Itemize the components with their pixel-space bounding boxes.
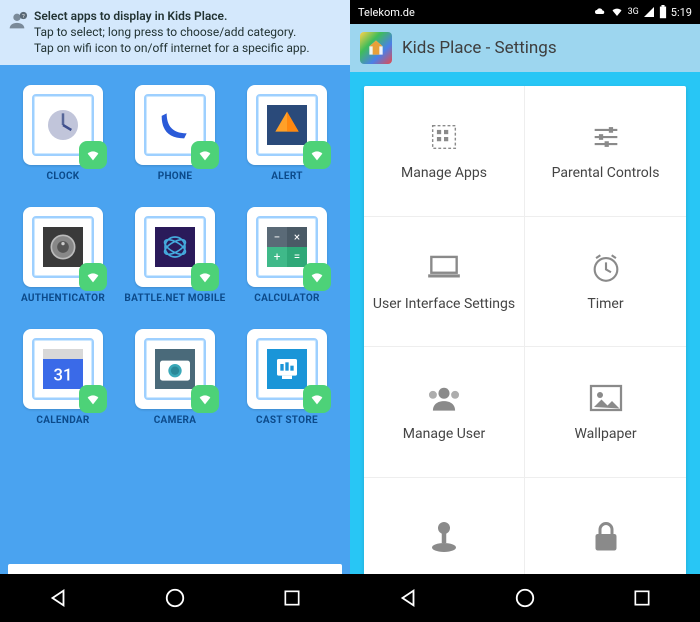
app-tile[interactable] — [247, 329, 327, 409]
lock-icon — [586, 519, 626, 555]
app-cast[interactable]: CAST STORE — [236, 329, 338, 437]
wifi-badge-icon[interactable] — [303, 385, 331, 413]
app-label: CAST STORE — [256, 415, 318, 437]
battery-icon — [659, 5, 667, 19]
app-label: AUTHENTICATOR — [21, 293, 105, 315]
app-tile[interactable] — [135, 207, 215, 287]
signal-icon — [643, 6, 655, 18]
app-phone[interactable]: PHONE — [124, 85, 226, 193]
settings-label: Wallpaper — [574, 426, 636, 443]
help-bar: ? Select apps to display in Kids Place. … — [0, 0, 350, 65]
cloud-icon — [594, 6, 606, 18]
help-line-3: Tap on wifi icon to on/off internet for … — [34, 41, 310, 55]
app-tile[interactable] — [247, 85, 327, 165]
app-calendar[interactable]: 31 CALENDAR — [12, 329, 114, 437]
app-tile[interactable] — [23, 85, 103, 165]
app-bnet[interactable]: BATTLE.NET MOBILE — [124, 207, 226, 315]
svg-text:×: × — [294, 230, 300, 244]
app-tile[interactable]: −× + = — [247, 207, 327, 287]
network-label: 3G — [628, 7, 639, 17]
help-title: Select apps to display in Kids Place. — [34, 9, 227, 23]
wifi-badge-icon[interactable] — [303, 141, 331, 169]
image-icon — [586, 380, 626, 416]
back-button[interactable] — [395, 585, 421, 611]
home-button[interactable] — [162, 585, 188, 611]
app-auth[interactable]: AUTHENTICATOR — [12, 207, 114, 315]
back-button[interactable] — [45, 585, 71, 611]
settings-clock-o[interactable]: Timer — [525, 217, 686, 348]
wifi-badge-icon[interactable] — [79, 385, 107, 413]
help-icon: ? — [6, 10, 28, 32]
settings-screen: Telekom.de 3G 5:19 Kids Place - Settings… — [350, 0, 700, 622]
app-label: ALERT — [271, 171, 303, 193]
navigation-bar — [0, 574, 700, 622]
titlebar: Kids Place - Settings — [350, 24, 700, 72]
grid-icon — [424, 119, 464, 155]
svg-text:+: + — [274, 249, 281, 263]
recent-button[interactable] — [629, 585, 655, 611]
wifi-badge-icon[interactable] — [79, 263, 107, 291]
settings-label: User Interface Settings — [373, 296, 515, 313]
app-tile[interactable]: 31 — [23, 329, 103, 409]
svg-text:?: ? — [22, 14, 25, 20]
settings-image[interactable]: Wallpaper — [525, 347, 686, 478]
wifi-badge-icon[interactable] — [191, 385, 219, 413]
app-calc[interactable]: −× + = CALCULATOR — [236, 207, 338, 315]
wifi-badge-icon[interactable] — [79, 141, 107, 169]
wifi-badge-icon[interactable] — [303, 263, 331, 291]
app-grid: CLOCK PHONE ALERT AUTHENTICATOR BATTLE.NET M… — [0, 65, 350, 564]
time-label: 5:19 — [671, 6, 692, 19]
settings-grid[interactable]: Manage Apps — [364, 86, 525, 217]
app-label: CALENDAR — [36, 415, 89, 437]
joystick-icon — [424, 519, 464, 555]
wifi-badge-icon[interactable] — [191, 141, 219, 169]
users-icon — [424, 380, 464, 416]
app-label: PHONE — [158, 171, 193, 193]
app-label: CLOCK — [47, 171, 80, 193]
app-label: CALCULATOR — [254, 293, 319, 315]
help-text: Select apps to display in Kids Place. Ta… — [34, 8, 310, 57]
carrier-label: Telekom.de — [358, 6, 415, 19]
recent-button[interactable] — [279, 585, 305, 611]
settings-users[interactable]: Manage User — [364, 347, 525, 478]
page-title: Kids Place - Settings — [402, 38, 557, 58]
app-label: CAMERA — [154, 415, 197, 437]
app-camera[interactable]: CAMERA — [124, 329, 226, 437]
app-label: BATTLE.NET MOBILE — [124, 293, 225, 315]
settings-label: Manage Apps — [401, 165, 487, 182]
sliders-icon — [586, 119, 626, 155]
wifi-badge-icon[interactable] — [191, 263, 219, 291]
app-tile[interactable] — [135, 85, 215, 165]
app-tile[interactable] — [135, 329, 215, 409]
app-logo-icon — [360, 32, 392, 64]
home-button[interactable] — [512, 585, 538, 611]
settings-grid: Manage Apps Parental Controls User Interfa… — [364, 86, 686, 608]
svg-text:−: − — [274, 230, 281, 244]
settings-label: Manage User — [403, 426, 485, 443]
svg-text:31: 31 — [54, 366, 73, 385]
svg-text:=: = — [294, 249, 300, 263]
clock-o-icon — [586, 250, 626, 286]
wifi-icon — [610, 6, 624, 18]
settings-laptop[interactable]: User Interface Settings — [364, 217, 525, 348]
laptop-icon — [424, 250, 464, 286]
status-bar: Telekom.de 3G 5:19 — [350, 0, 700, 24]
app-tile[interactable] — [23, 207, 103, 287]
settings-label: Timer — [587, 296, 623, 313]
app-select-screen: ? Select apps to display in Kids Place. … — [0, 0, 350, 622]
app-clock[interactable]: CLOCK — [12, 85, 114, 193]
settings-label: Parental Controls — [552, 165, 660, 182]
app-alert[interactable]: ALERT — [236, 85, 338, 193]
help-line-2: Tap to select; long press to choose/add … — [34, 25, 296, 39]
settings-sliders[interactable]: Parental Controls — [525, 86, 686, 217]
